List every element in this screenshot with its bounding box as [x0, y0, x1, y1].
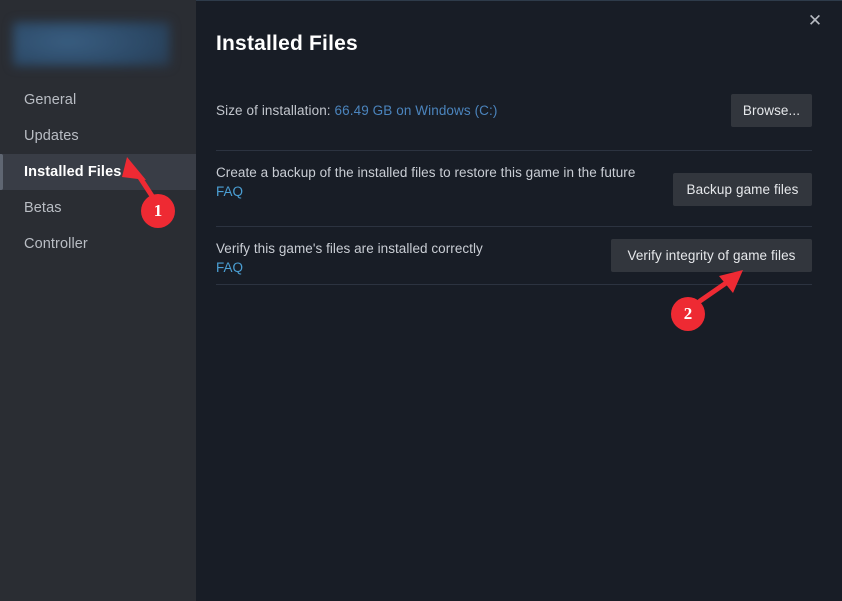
divider — [216, 284, 812, 285]
divider — [216, 226, 812, 227]
verify-faq-link[interactable]: FAQ — [216, 260, 243, 275]
backup-game-files-button[interactable]: Backup game files — [673, 173, 812, 206]
close-icon[interactable]: ✕ — [799, 4, 831, 36]
backup-description: Create a backup of the installed files t… — [216, 165, 636, 180]
verify-description: Verify this game's files are installed c… — [216, 241, 483, 256]
sidebar-item-installed-files[interactable]: Installed Files — [0, 154, 196, 190]
divider — [216, 150, 812, 151]
sidebar-item-updates[interactable]: Updates — [0, 118, 196, 154]
backup-faq-link[interactable]: FAQ — [216, 184, 243, 199]
sidebar-item-label: Controller — [24, 236, 88, 252]
main-panel: ✕ Installed Files Size of installation: … — [196, 0, 842, 601]
active-indicator — [0, 154, 3, 190]
sidebar-item-label: Updates — [24, 128, 79, 144]
sidebar-item-label: Installed Files — [24, 164, 122, 180]
page-title: Installed Files — [216, 32, 358, 55]
sidebar-item-betas[interactable]: Betas — [0, 190, 196, 226]
sidebar-item-label: General — [24, 92, 77, 108]
sidebar-item-controller[interactable]: Controller — [0, 226, 196, 262]
size-of-installation-row: Size of installation: 66.49 GB on Window… — [216, 103, 812, 118]
size-label: Size of installation: — [216, 103, 335, 118]
verify-integrity-button[interactable]: Verify integrity of game files — [611, 239, 812, 272]
sidebar-item-general[interactable]: General — [0, 82, 196, 118]
browse-button[interactable]: Browse... — [731, 94, 812, 127]
sidebar-item-label: Betas — [24, 200, 62, 216]
sidebar: General Updates Installed Files Betas Co… — [0, 0, 196, 601]
size-value: 66.49 GB on Windows (C:) — [334, 103, 498, 118]
close-glyph: ✕ — [807, 10, 823, 30]
game-title-redacted — [13, 22, 170, 66]
steam-game-properties-dialog: General Updates Installed Files Betas Co… — [0, 0, 842, 601]
